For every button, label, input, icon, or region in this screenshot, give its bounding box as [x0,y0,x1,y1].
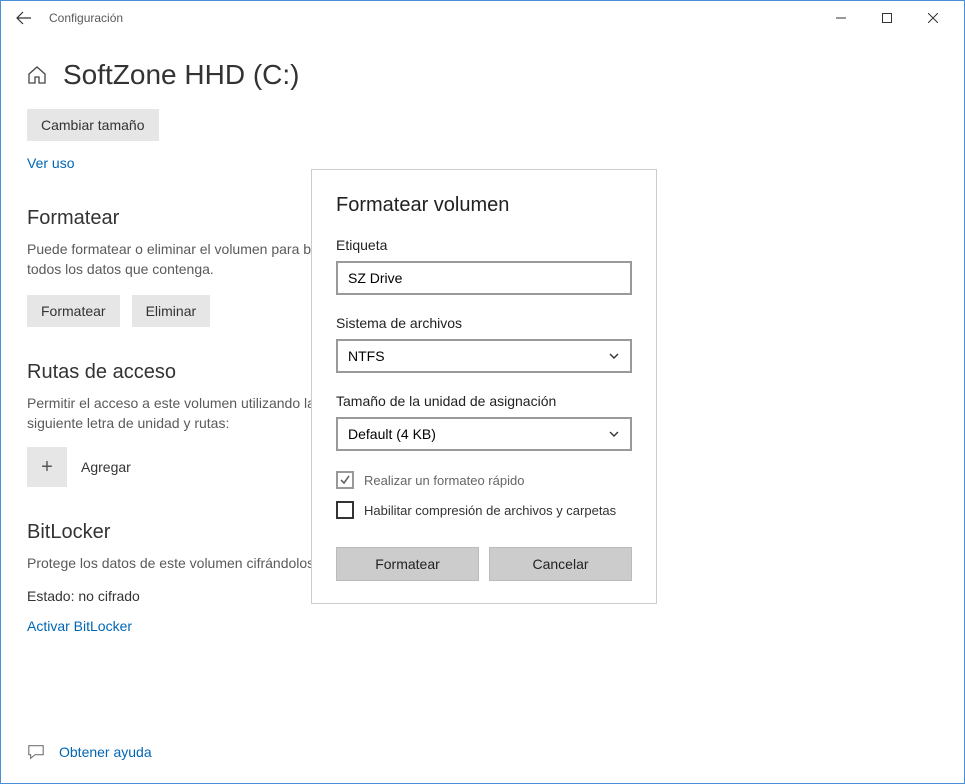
chevron-down-icon [608,350,620,362]
maximize-button[interactable] [864,3,910,33]
label-input[interactable] [336,261,632,295]
minimize-icon [836,13,846,23]
close-icon [928,13,938,23]
filesystem-label: Sistema de archivos [336,315,632,331]
activate-bitlocker-link[interactable]: Activar BitLocker [27,618,132,634]
quick-format-checkbox[interactable] [336,471,354,489]
dialog-cancel-button[interactable]: Cancelar [489,547,632,581]
arrow-left-icon [16,10,32,26]
format-button[interactable]: Formatear [27,295,120,327]
add-path-button[interactable]: + [27,447,67,487]
close-button[interactable] [910,3,956,33]
usage-link[interactable]: Ver uso [27,155,74,171]
check-icon [339,474,351,486]
filesystem-value: NTFS [348,348,385,364]
plus-icon: + [41,456,53,479]
minimize-button[interactable] [818,3,864,33]
format-volume-dialog: Formatear volumen Etiqueta Sistema de ar… [311,169,657,604]
filesystem-select[interactable]: NTFS [336,339,632,373]
resize-button[interactable]: Cambiar tamaño [27,109,159,141]
dialog-title: Formatear volumen [336,194,632,217]
compression-label: Habilitar compresión de archivos y carpe… [364,503,616,518]
delete-button[interactable]: Eliminar [132,295,211,327]
titlebar: Configuración [1,1,964,35]
page-title: SoftZone HHD (C:) [63,59,300,91]
window-title: Configuración [49,11,123,25]
label-field-label: Etiqueta [336,237,632,253]
dialog-format-button[interactable]: Formatear [336,547,479,581]
chat-help-icon [27,743,45,761]
add-path-label: Agregar [81,459,131,475]
back-button[interactable] [9,3,39,33]
help-link[interactable]: Obtener ayuda [27,743,152,761]
chevron-down-icon [608,428,620,440]
home-icon[interactable] [27,65,47,85]
compression-checkbox[interactable] [336,501,354,519]
maximize-icon [882,13,892,23]
quick-format-label: Realizar un formateo rápido [364,473,524,488]
help-link-label: Obtener ayuda [59,744,152,760]
allocation-value: Default (4 KB) [348,426,436,442]
allocation-label: Tamaño de la unidad de asignación [336,393,632,409]
allocation-select[interactable]: Default (4 KB) [336,417,632,451]
